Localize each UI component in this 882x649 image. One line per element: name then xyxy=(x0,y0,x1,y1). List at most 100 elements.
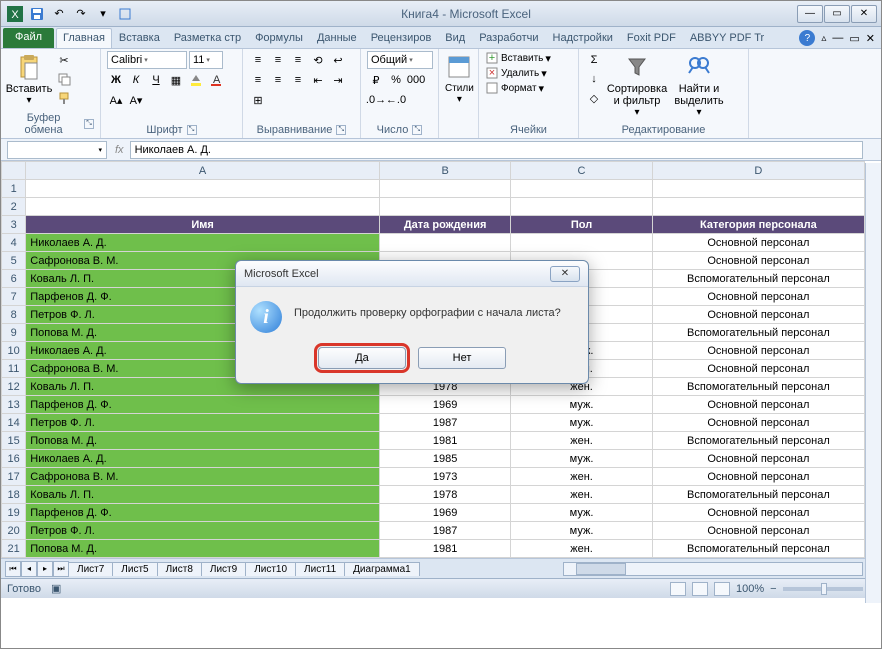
ribbon-tab-8[interactable]: Надстройки xyxy=(546,28,620,48)
cell-dob[interactable]: 1969 xyxy=(379,396,510,414)
row-header[interactable]: 2 xyxy=(2,198,26,216)
cell-name[interactable]: Сафронова В. М. xyxy=(26,468,380,486)
cell-cat[interactable]: Вспомогательный персонал xyxy=(652,540,864,558)
row-header[interactable]: 8 xyxy=(2,306,26,324)
view-normal-icon[interactable] xyxy=(670,582,686,596)
dialog-yes-button[interactable]: Да xyxy=(318,347,406,369)
col-header-d[interactable]: D xyxy=(652,162,864,180)
cell-cat[interactable]: Основной персонал xyxy=(652,504,864,522)
cell-cat[interactable]: Основной персонал xyxy=(652,396,864,414)
tab-nav-next-icon[interactable]: ▸ xyxy=(37,561,53,577)
align-center-icon[interactable]: ≡ xyxy=(269,71,287,89)
number-format-combo[interactable]: Общий▾ xyxy=(367,51,433,69)
grow-font-icon[interactable]: A▴ xyxy=(107,91,125,109)
align-left-icon[interactable]: ≡ xyxy=(249,71,267,89)
cell-name[interactable]: Николаев А. Д. xyxy=(26,234,380,252)
format-painter-icon[interactable] xyxy=(55,89,73,107)
row-header[interactable]: 21 xyxy=(2,540,26,558)
cell-dob[interactable]: 1978 xyxy=(379,486,510,504)
row-header[interactable]: 10 xyxy=(2,342,26,360)
cell-cat[interactable]: Основной персонал xyxy=(652,414,864,432)
cell-dob[interactable]: 1981 xyxy=(379,432,510,450)
cell-cat[interactable]: Вспомогательный персонал xyxy=(652,486,864,504)
font-size-combo[interactable]: 11▾ xyxy=(189,51,223,69)
merge-icon[interactable]: ⊞ xyxy=(249,91,267,109)
currency-icon[interactable]: ₽ xyxy=(367,71,385,89)
paste-button[interactable]: Вставить▾ xyxy=(7,51,51,106)
zoom-out-icon[interactable]: − xyxy=(770,583,776,595)
row-header[interactable]: 5 xyxy=(2,252,26,270)
ribbon-tab-4[interactable]: Данные xyxy=(310,28,364,48)
cell-name[interactable]: Попова М. Д. xyxy=(26,432,380,450)
row-header[interactable]: 1 xyxy=(2,180,26,198)
cell-dob[interactable]: 1987 xyxy=(379,522,510,540)
cell-sex[interactable]: муж. xyxy=(511,522,652,540)
cell-name[interactable]: Парфенов Д. Ф. xyxy=(26,396,380,414)
sheet-tab[interactable]: Лист8 xyxy=(157,562,202,576)
row-header[interactable]: 15 xyxy=(2,432,26,450)
styles-button[interactable]: Стили▾ xyxy=(445,51,474,105)
align-bot-icon[interactable]: ≡ xyxy=(289,51,307,69)
header-cat[interactable]: Категория персонала xyxy=(652,216,864,234)
vertical-scrollbar[interactable] xyxy=(865,163,881,603)
minimize-button[interactable]: — xyxy=(797,5,823,23)
font-name-combo[interactable]: Calibri▾ xyxy=(107,51,187,69)
ribbon-tab-6[interactable]: Вид xyxy=(438,28,472,48)
tab-nav-first-icon[interactable]: ⏮ xyxy=(5,561,21,577)
align-right-icon[interactable]: ≡ xyxy=(289,71,307,89)
clear-icon[interactable]: ◇ xyxy=(585,89,603,107)
ribbon-tab-0[interactable]: Главная xyxy=(56,28,112,48)
cell-dob[interactable]: 1973 xyxy=(379,468,510,486)
redo-icon[interactable]: ↷ xyxy=(71,4,91,24)
row-header[interactable]: 20 xyxy=(2,522,26,540)
font-launcher-icon[interactable]: ⤡ xyxy=(187,125,197,135)
row-header[interactable]: 7 xyxy=(2,288,26,306)
dec-decimal-icon[interactable]: ←.0 xyxy=(387,91,405,109)
cell-cat[interactable]: Вспомогательный персонал xyxy=(652,378,864,396)
fill-icon[interactable]: ↓ xyxy=(585,70,603,88)
cell-cat[interactable]: Основной персонал xyxy=(652,342,864,360)
autosum-icon[interactable]: Σ xyxy=(585,51,603,69)
italic-icon[interactable]: К xyxy=(127,71,145,89)
ribbon-tab-3[interactable]: Формулы xyxy=(248,28,310,48)
view-layout-icon[interactable] xyxy=(692,582,708,596)
preview-icon[interactable] xyxy=(115,4,135,24)
dialog-titlebar[interactable]: Microsoft Excel ✕ xyxy=(236,261,588,287)
percent-icon[interactable]: % xyxy=(387,71,405,89)
sheet-tab[interactable]: Лист11 xyxy=(295,562,345,576)
clipboard-launcher-icon[interactable]: ⤡ xyxy=(84,119,94,129)
cell-name[interactable]: Коваль Л. П. xyxy=(26,486,380,504)
number-launcher-icon[interactable]: ⤡ xyxy=(412,125,422,135)
row-header[interactable]: 18 xyxy=(2,486,26,504)
sheet-tab[interactable]: Лист10 xyxy=(245,562,296,576)
cell-sex[interactable]: жен. xyxy=(511,432,652,450)
ribbon-tab-5[interactable]: Рецензиров xyxy=(364,28,439,48)
font-color-icon[interactable]: A xyxy=(207,71,225,89)
align-mid-icon[interactable]: ≡ xyxy=(269,51,287,69)
zoom-slider[interactable] xyxy=(783,587,863,591)
cell-dob[interactable]: 1981 xyxy=(379,540,510,558)
mdi-close-icon[interactable]: ✕ xyxy=(866,32,875,45)
header-sex[interactable]: Пол xyxy=(511,216,652,234)
cell-cat[interactable]: Основной персонал xyxy=(652,522,864,540)
ribbon-tab-10[interactable]: ABBYY PDF Tr xyxy=(683,28,771,48)
indent-inc-icon[interactable]: ⇥ xyxy=(329,71,347,89)
row-header[interactable]: 6 xyxy=(2,270,26,288)
inc-decimal-icon[interactable]: .0→ xyxy=(367,91,385,109)
indent-dec-icon[interactable]: ⇤ xyxy=(309,71,327,89)
col-header-c[interactable]: C xyxy=(511,162,652,180)
ribbon-tab-1[interactable]: Вставка xyxy=(112,28,167,48)
row-header[interactable]: 17 xyxy=(2,468,26,486)
copy-icon[interactable] xyxy=(55,70,73,88)
row-header[interactable]: 14 xyxy=(2,414,26,432)
cell-cat[interactable]: Основной персонал xyxy=(652,360,864,378)
delete-cells-button[interactable]: ×Удалить ▾ xyxy=(485,66,547,80)
cell-name[interactable]: Николаев А. Д. xyxy=(26,450,380,468)
cell-sex[interactable] xyxy=(511,234,652,252)
cell-cat[interactable]: Основной персонал xyxy=(652,234,864,252)
select-all-corner[interactable] xyxy=(2,162,26,180)
macro-record-icon[interactable]: ▣ xyxy=(51,582,61,595)
cell-sex[interactable]: жен. xyxy=(511,468,652,486)
sheet-tab[interactable]: Лист7 xyxy=(68,562,113,576)
cell-cat[interactable]: Основной персонал xyxy=(652,450,864,468)
